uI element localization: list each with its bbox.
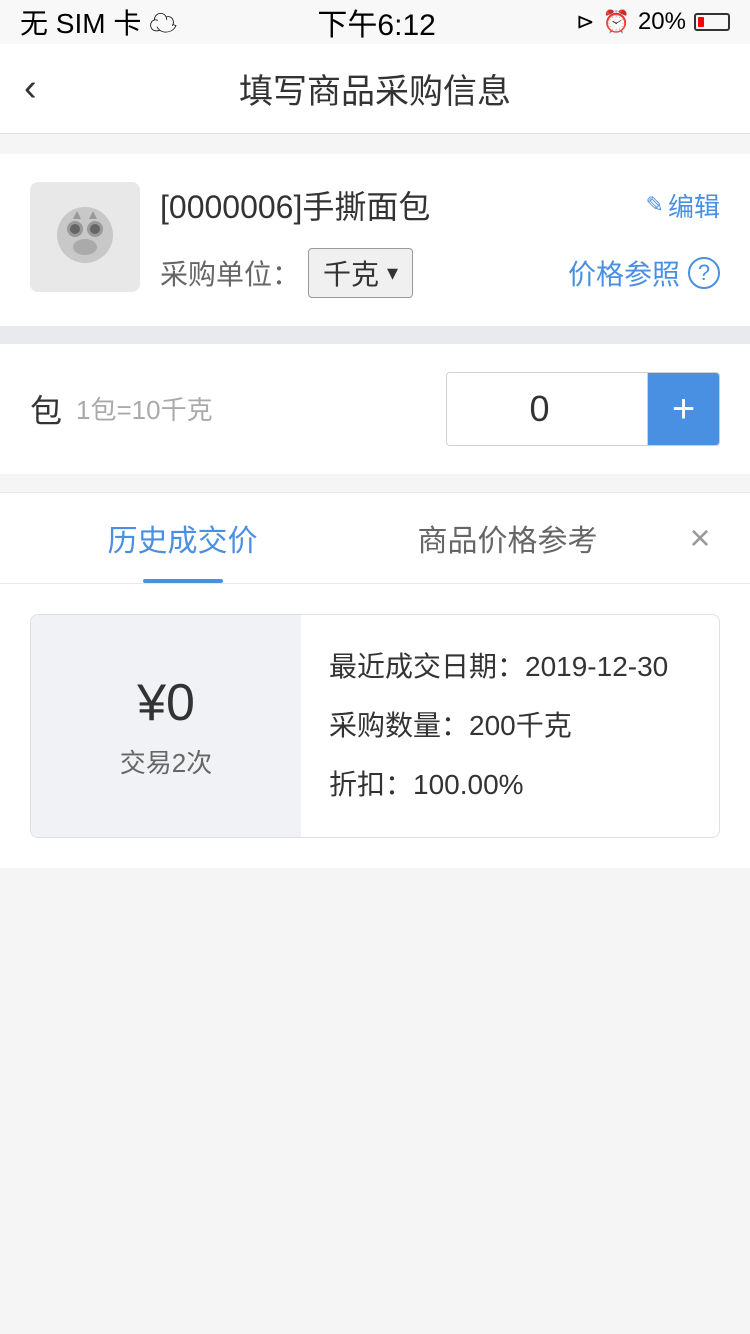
nav-bar: ‹ 填写商品采购信息 — [0, 44, 750, 134]
quantity-plus-button[interactable]: + — [647, 373, 719, 445]
tab-content: ¥0 交易2次 最近成交日期：2019-12-30 采购数量：200千克 折扣：… — [0, 584, 750, 868]
edit-label: 编辑 — [668, 187, 720, 224]
transaction-details: 最近成交日期：2019-12-30 采购数量：200千克 折扣：100.00% — [301, 615, 719, 837]
unit-hint: 1包=10千克 — [76, 390, 213, 427]
unit-select[interactable]: 千克 ▾ — [308, 248, 413, 298]
product-unit-row: 采购单位： 千克 ▾ 价格参照 ? — [160, 248, 720, 298]
quantity-input[interactable] — [447, 373, 647, 445]
unit-label: 采购单位： — [160, 253, 300, 293]
discount-value: 100.00% — [413, 769, 524, 800]
transaction-count: 交易2次 — [120, 743, 212, 780]
date-value: 2019-12-30 — [525, 651, 668, 682]
product-info: [0000006]手撕面包 ✎ 编辑 采购单位： 千克 ▾ 价格参照 ? — [160, 182, 720, 298]
back-button[interactable]: ‹ — [24, 67, 37, 110]
transaction-discount: 折扣：100.00% — [329, 763, 691, 808]
status-right: ⊳ ⏰ 20% — [576, 8, 730, 36]
tab-history-price[interactable]: 历史成交价 — [20, 493, 345, 583]
quantity-input-wrap: + — [446, 372, 720, 446]
status-bar: 无 SIM 卡 ☁ 下午6:12 ⊳ ⏰ 20% — [0, 0, 750, 44]
product-card: [0000006]手撕面包 ✎ 编辑 采购单位： 千克 ▾ 价格参照 ? — [0, 154, 750, 326]
help-icon: ? — [688, 257, 720, 289]
product-name: [0000006]手撕面包 — [160, 182, 430, 228]
dropdown-icon: ▾ — [387, 260, 398, 286]
tab-history-label: 历史成交价 — [108, 516, 258, 560]
discount-label: 折扣： — [329, 769, 413, 800]
tab-price-reference[interactable]: 商品价格参考 — [345, 493, 670, 583]
alarm-icon: ⏰ — [603, 9, 630, 35]
unit-badge: 包 — [30, 386, 62, 432]
quantity-detail-value: 200千克 — [469, 710, 572, 741]
section-divider — [0, 326, 750, 344]
edit-icon: ✎ — [646, 192, 664, 218]
date-label: 最近成交日期： — [329, 651, 525, 682]
product-image — [30, 182, 140, 292]
unit-value: 千克 — [323, 253, 379, 293]
edit-button[interactable]: ✎ 编辑 — [646, 187, 720, 224]
tab-underline — [143, 579, 223, 583]
page-title: 填写商品采购信息 — [239, 64, 511, 113]
battery-percent: 20% — [638, 8, 686, 36]
quantity-row: 包 1包=10千克 + — [0, 344, 750, 474]
transaction-date: 最近成交日期：2019-12-30 — [329, 645, 691, 690]
transaction-quantity: 采购数量：200千克 — [329, 704, 691, 749]
price-ref-button[interactable]: 价格参照 ? — [568, 253, 720, 293]
quantity-label-wrap: 包 1包=10千克 — [30, 386, 213, 432]
location-icon: ⊳ — [576, 9, 594, 35]
product-header: [0000006]手撕面包 ✎ 编辑 — [160, 182, 720, 228]
transaction-card: ¥0 交易2次 最近成交日期：2019-12-30 采购数量：200千克 折扣：… — [30, 614, 720, 838]
tabs-container: 历史成交价 商品价格参考 × ¥0 交易2次 最近成交日期：2019-12-30… — [0, 492, 750, 868]
battery-icon — [694, 13, 730, 31]
price-ref-label: 价格参照 — [568, 253, 680, 293]
tab-price-ref-label: 商品价格参考 — [418, 516, 598, 560]
quantity-label: 采购数量： — [329, 710, 469, 741]
status-time: 下午6:12 — [317, 0, 435, 44]
status-left: 无 SIM 卡 ☁ — [20, 2, 177, 42]
tabs-header: 历史成交价 商品价格参考 × — [0, 493, 750, 584]
sim-status: 无 SIM 卡 ☁ — [20, 2, 177, 42]
tab-close-button[interactable]: × — [670, 493, 730, 583]
transaction-summary: ¥0 交易2次 — [31, 615, 301, 837]
transaction-price: ¥0 — [137, 673, 195, 733]
